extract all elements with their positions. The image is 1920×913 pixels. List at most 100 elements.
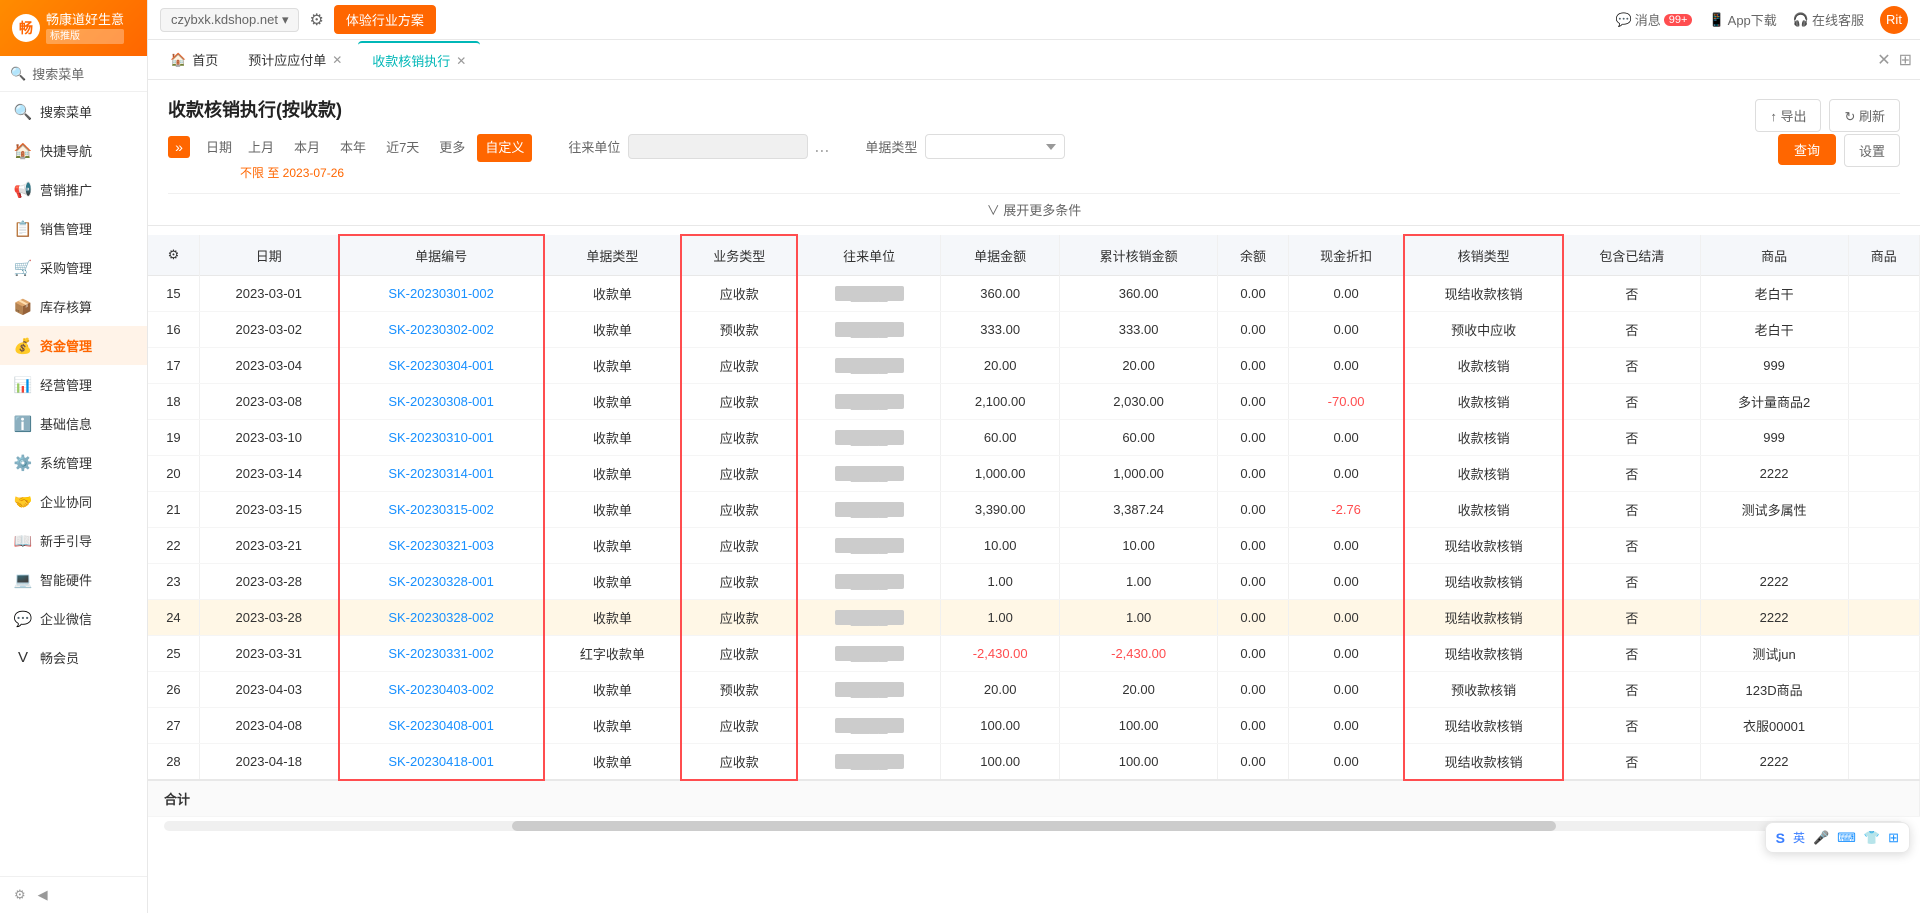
bill-no-link[interactable]: SK-20230304-001 <box>388 358 494 373</box>
scrollbar-thumb[interactable] <box>512 821 1556 831</box>
sidebar-item-operations[interactable]: 📊 经营管理 <box>0 365 147 404</box>
sidebar-item-enterprise[interactable]: 🤝 企业协同 <box>0 482 147 521</box>
bill-no-link[interactable]: SK-20230301-002 <box>388 286 494 301</box>
tab-prepay[interactable]: 预计应应付单 ✕ <box>234 42 356 77</box>
partner-input[interactable] <box>628 134 808 159</box>
horizontal-scrollbar[interactable] <box>164 821 1904 831</box>
bill-no-link[interactable]: SK-20230328-002 <box>388 610 494 625</box>
tab-close-all-icon[interactable]: ✕ <box>1877 50 1890 70</box>
tab-collection-close[interactable]: ✕ <box>456 54 466 68</box>
partner-filter-label: 往来单位 <box>568 134 620 162</box>
cell-seq: 18 <box>148 384 199 420</box>
solution-btn[interactable]: 体验行业方案 <box>334 5 436 34</box>
col-goods2[interactable]: 商品 <box>1848 235 1919 276</box>
date-7days[interactable]: 近7天 <box>378 134 427 162</box>
sidebar-item-label: 采购管理 <box>40 258 92 277</box>
col-biz-type[interactable]: 业务类型 <box>681 235 797 276</box>
wechat-icon: 💬 <box>14 610 32 628</box>
cell-write-off: -2,430.00 <box>1060 636 1218 672</box>
bill-no-link[interactable]: SK-20230418-001 <box>388 754 494 769</box>
date-custom[interactable]: 自定义 <box>477 134 532 162</box>
cell-date: 2023-04-03 <box>199 672 338 708</box>
sidebar-item-marketing[interactable]: 📢 营销推广 <box>0 170 147 209</box>
filter-expand-btn[interactable]: » <box>168 136 190 158</box>
sidebar-item-purchase[interactable]: 🛒 采购管理 <box>0 248 147 287</box>
messages-btn[interactable]: 💬 消息 99+ <box>1616 10 1693 29</box>
date-this-month[interactable]: 本月 <box>286 134 328 162</box>
settings-icon[interactable]: ⚙ <box>14 887 26 903</box>
refresh-btn[interactable]: ↻ 刷新 <box>1829 99 1900 132</box>
bill-no-link[interactable]: SK-20230403-002 <box>388 682 494 697</box>
bill-type-select[interactable] <box>925 134 1065 159</box>
sidebar-item-member[interactable]: V 畅会员 <box>0 638 147 677</box>
cell-partner: ████ <box>797 744 940 781</box>
tab-expand-icon[interactable]: ⊞ <box>1899 50 1912 70</box>
cell-write-off-type: 收款核销 <box>1404 492 1563 528</box>
sogou-s-icon: S <box>1776 830 1785 846</box>
date-more[interactable]: 更多 <box>431 134 473 162</box>
expand-more-btn[interactable]: ∨ 展开更多条件 <box>168 193 1900 225</box>
tab-home[interactable]: 🏠 首页 <box>156 42 232 77</box>
cell-include-settled: 否 <box>1563 348 1700 384</box>
col-balance[interactable]: 余额 <box>1217 235 1288 276</box>
bill-no-link[interactable]: SK-20230308-001 <box>388 394 494 409</box>
bill-no-link[interactable]: SK-20230331-002 <box>388 646 494 661</box>
tab-prepay-close[interactable]: ✕ <box>332 53 342 67</box>
bill-no-link[interactable]: SK-20230310-001 <box>388 430 494 445</box>
operations-icon: 📊 <box>14 376 32 394</box>
cell-partner: ████ <box>797 636 940 672</box>
collapse-icon[interactable]: ◀ <box>38 887 48 903</box>
date-this-year[interactable]: 本年 <box>332 134 374 162</box>
bill-no-link[interactable]: SK-20230408-001 <box>388 718 494 733</box>
user-avatar[interactable]: Rit <box>1880 6 1908 34</box>
tab-collection[interactable]: 收款核销执行 ✕ <box>358 41 480 78</box>
col-date[interactable]: 日期 <box>199 235 338 276</box>
date-last-month[interactable]: 上月 <box>240 134 282 162</box>
app-download-btn[interactable]: 📱 App下载 <box>1708 10 1776 29</box>
keyboard-icon[interactable]: ⌨ <box>1837 830 1856 846</box>
bill-no-link[interactable]: SK-20230314-001 <box>388 466 494 481</box>
bill-no-link[interactable]: SK-20230302-002 <box>388 322 494 337</box>
cell-cash-discount: 0.00 <box>1289 744 1404 781</box>
sidebar-item-hardware[interactable]: 💻 智能硬件 <box>0 560 147 599</box>
cell-bill-type: 收款单 <box>544 456 682 492</box>
cell-balance: 0.00 <box>1217 456 1288 492</box>
col-write-off[interactable]: 累计核销金额 <box>1060 235 1218 276</box>
table-body: 15 2023-03-01 SK-20230301-002 收款单 应收款 ██… <box>148 276 1920 781</box>
domain-selector[interactable]: czybxk.kdshop.net ▾ <box>160 8 299 32</box>
sidebar-item-wechat[interactable]: 💬 企业微信 <box>0 599 147 638</box>
col-bill-no[interactable]: 单据编号 <box>339 235 544 276</box>
sidebar-item-guide[interactable]: 📖 新手引导 <box>0 521 147 560</box>
bill-no-link[interactable]: SK-20230315-002 <box>388 502 494 517</box>
partner-dots[interactable]: ... <box>814 136 829 157</box>
col-include-settled[interactable]: 包含已结清 <box>1563 235 1700 276</box>
col-amount[interactable]: 单据金额 <box>941 235 1060 276</box>
bill-no-link[interactable]: SK-20230328-001 <box>388 574 494 589</box>
sidebar-item-finance[interactable]: 💰 资金管理 <box>0 326 147 365</box>
cell-goods: 老白干 <box>1700 276 1848 312</box>
col-cash-discount[interactable]: 现金折扣 <box>1289 235 1404 276</box>
col-goods[interactable]: 商品 <box>1700 235 1848 276</box>
cell-partner: ████ <box>797 528 940 564</box>
sidebar-search[interactable]: 🔍 搜索菜单 <box>0 56 147 92</box>
sidebar-item-search[interactable]: 🔍 搜索菜单 <box>0 92 147 131</box>
export-btn[interactable]: ↑ 导出 <box>1755 99 1821 132</box>
settings-btn[interactable]: 设置 <box>1844 134 1900 167</box>
sidebar-item-inventory[interactable]: 📦 库存核算 <box>0 287 147 326</box>
col-bill-type[interactable]: 单据类型 <box>544 235 682 276</box>
online-service-btn[interactable]: 🎧 在线客服 <box>1793 10 1864 29</box>
sidebar-item-sales[interactable]: 📋 销售管理 <box>0 209 147 248</box>
col-write-off-type[interactable]: 核销类型 <box>1404 235 1563 276</box>
cell-cash-discount: 0.00 <box>1289 312 1404 348</box>
query-btn[interactable]: 查询 <box>1778 134 1836 165</box>
mic-icon[interactable]: 🎤 <box>1813 830 1829 846</box>
sidebar-item-system[interactable]: ⚙️ 系统管理 <box>0 443 147 482</box>
sidebar-item-basic[interactable]: ℹ️ 基础信息 <box>0 404 147 443</box>
gear-icon[interactable]: ⚙ <box>309 10 323 30</box>
col-partner[interactable]: 往来单位 <box>797 235 940 276</box>
page-title: 收款核销执行(按收款) <box>168 96 342 122</box>
cell-bill-type: 收款单 <box>544 672 682 708</box>
cell-biz-type: 应收款 <box>681 600 797 636</box>
sidebar-item-quicknav[interactable]: 🏠 快捷导航 <box>0 131 147 170</box>
bill-no-link[interactable]: SK-20230321-003 <box>388 538 494 553</box>
